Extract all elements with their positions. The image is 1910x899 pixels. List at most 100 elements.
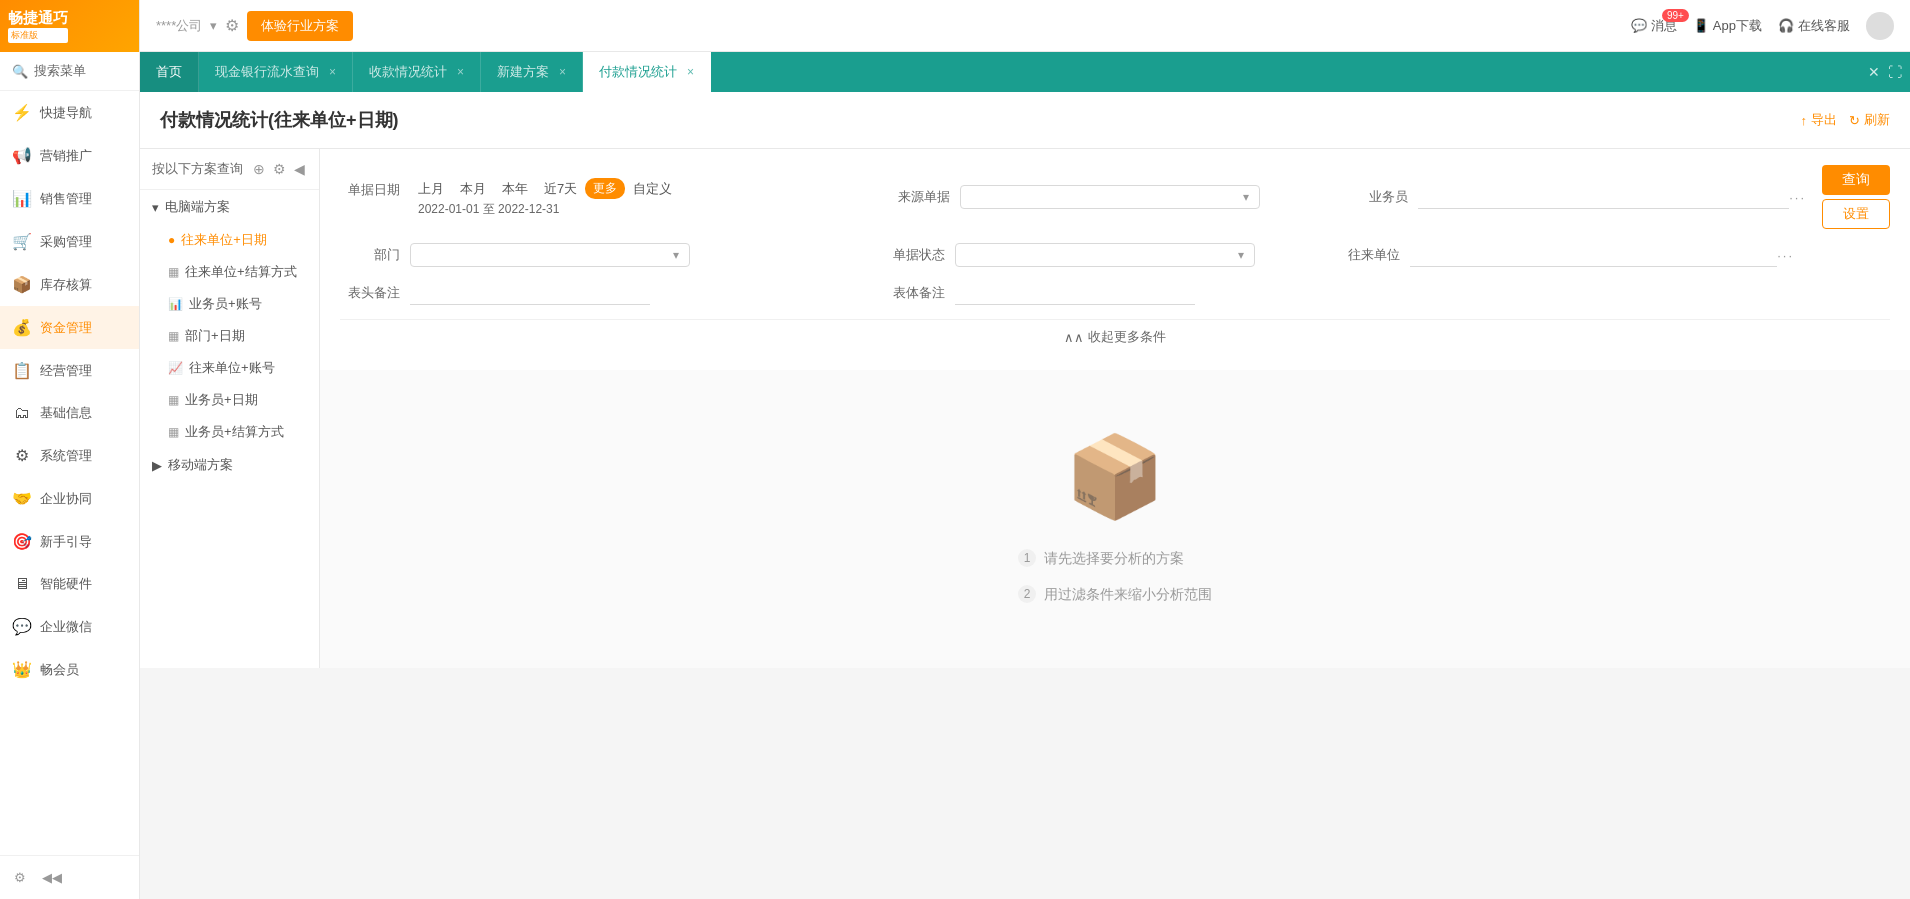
guide-icon: 🎯 <box>12 532 32 551</box>
more-dates-btn[interactable]: 更多 <box>585 178 625 199</box>
sidebar-item-basics[interactable]: 🗂 基础信息 <box>0 392 139 434</box>
collapse-sidebar-btn[interactable]: ◀◀ <box>38 866 66 889</box>
collapse-conditions-btn[interactable]: ∧∧ 收起更多条件 <box>1064 328 1166 346</box>
dept-dropdown[interactable]: ▾ <box>410 243 690 267</box>
payment-detail-tab-label: 付款情况统计 <box>599 63 677 81</box>
online-service-label: 在线客服 <box>1798 17 1850 35</box>
sidebar-item-system[interactable]: ⚙ 系统管理 <box>0 434 139 477</box>
new-plan-tab-close[interactable]: × <box>559 65 566 79</box>
add-scheme-btn[interactable]: ⊕ <box>251 159 267 179</box>
messages-btn[interactable]: 💬 消息 99+ <box>1631 17 1677 35</box>
dept-label: 部门 <box>340 246 410 264</box>
trial-btn[interactable]: 体验行业方案 <box>247 11 353 41</box>
scheme-active-icon: ● <box>168 233 175 247</box>
tab-bank-flow[interactable]: 现金银行流水查询 × <box>199 52 353 92</box>
filter-row-3: 表头备注 表体备注 <box>340 281 1890 305</box>
scheme-settings-btn[interactable]: ⚙ <box>271 159 288 179</box>
sidebar-item-quick-nav[interactable]: ⚡ 快捷导航 <box>0 91 139 134</box>
partner-dots-btn[interactable]: ··· <box>1777 248 1794 263</box>
header-note-input[interactable] <box>410 281 650 305</box>
step-2-num: 2 <box>1018 585 1036 603</box>
staff-dots-btn[interactable]: ··· <box>1789 190 1806 205</box>
bank-flow-tab-close[interactable]: × <box>329 65 336 79</box>
partner-input[interactable] <box>1410 243 1778 267</box>
sidebar-item-guide[interactable]: 🎯 新手引导 <box>0 520 139 563</box>
sidebar-item-collab[interactable]: 🤝 企业协同 <box>0 477 139 520</box>
maximize-btn[interactable]: ⛶ <box>1888 64 1902 80</box>
sidebar-item-hardware[interactable]: 🖥 智能硬件 <box>0 563 139 605</box>
status-filter-col: 单据状态 ▾ <box>885 243 1339 267</box>
sidebar-item-label: 快捷导航 <box>40 104 92 122</box>
last-month-btn[interactable]: 上月 <box>410 177 452 201</box>
app-download-btn[interactable]: 📱 App下载 <box>1693 17 1762 35</box>
dept-chevron-icon: ▾ <box>673 248 679 262</box>
app-download-label: App下载 <box>1713 17 1762 35</box>
headset-icon: 🎧 <box>1778 18 1794 33</box>
custom-date-btn[interactable]: 自定义 <box>625 177 680 201</box>
payment-detail-tab-close[interactable]: × <box>687 65 694 79</box>
step-1-num: 1 <box>1018 549 1036 567</box>
refresh-label: 刷新 <box>1864 111 1890 129</box>
export-btn[interactable]: ↑ 导出 <box>1801 111 1838 129</box>
close-all-tabs-btn[interactable]: ✕ <box>1868 64 1880 80</box>
staff-input[interactable] <box>1418 185 1789 209</box>
this-year-btn[interactable]: 本年 <box>494 177 536 201</box>
chevron-right-icon: ▶ <box>152 458 162 473</box>
scheme-item-label: 往来单位+账号 <box>189 359 275 377</box>
tab-new-plan[interactable]: 新建方案 × <box>481 52 583 92</box>
status-chevron-icon: ▾ <box>1238 248 1244 262</box>
scheme-item-staff-settle[interactable]: ▦ 业务员+结算方式 <box>140 416 319 448</box>
source-dropdown[interactable]: ▾ <box>960 185 1260 209</box>
status-dropdown[interactable]: ▾ <box>955 243 1255 267</box>
body-note-input[interactable] <box>955 281 1195 305</box>
scheme-item-staff-date[interactable]: ▦ 业务员+日期 <box>140 384 319 416</box>
scheme-table-icon: ▦ <box>168 265 179 279</box>
collapse-scheme-btn[interactable]: ◀ <box>292 159 307 179</box>
query-btn[interactable]: 查询 <box>1822 165 1890 195</box>
last-7days-btn[interactable]: 近7天 <box>536 177 585 201</box>
sidebar-item-purchase[interactable]: 🛒 采购管理 <box>0 220 139 263</box>
wechat-icon: 💬 <box>12 617 32 636</box>
scheme-item-partner-account[interactable]: 📈 往来单位+账号 <box>140 352 319 384</box>
scheme-item-dept-date[interactable]: ▦ 部门+日期 <box>140 320 319 352</box>
sidebar-item-sales[interactable]: 📊 销售管理 <box>0 177 139 220</box>
sidebar-search-label: 搜索菜单 <box>34 62 86 80</box>
top-settings-btn[interactable]: ⚙ <box>225 16 239 35</box>
scheme-item-partner-date[interactable]: ● 往来单位+日期 <box>140 224 319 256</box>
refresh-btn[interactable]: ↻ 刷新 <box>1849 111 1890 129</box>
scheme-item-staff-account[interactable]: 📊 业务员+账号 <box>140 288 319 320</box>
scheme-chart-icon: 📊 <box>168 297 183 311</box>
sidebar-search-item[interactable]: 🔍 搜索菜单 <box>0 52 139 91</box>
sidebar-item-inventory[interactable]: 📦 库存核算 <box>0 263 139 306</box>
mobile-group-header[interactable]: ▶ 移动端方案 <box>140 448 319 482</box>
tab-payment-stats[interactable]: 收款情况统计 × <box>353 52 481 92</box>
sidebar-item-wechat[interactable]: 💬 企业微信 <box>0 605 139 648</box>
sidebar-item-label: 企业微信 <box>40 618 92 636</box>
search-icon: 🔍 <box>12 64 28 79</box>
operations-icon: 📋 <box>12 361 32 380</box>
message-badge: 99+ <box>1662 9 1689 22</box>
scheme-item-partner-settle[interactable]: ▦ 往来单位+结算方式 <box>140 256 319 288</box>
page-title: 付款情况统计(往来单位+日期) <box>160 108 399 132</box>
settings-footer-btn[interactable]: ⚙ <box>10 866 30 889</box>
date-range-display: 2022-01-01 至 2022-12-31 <box>418 201 680 218</box>
sidebar-item-operations[interactable]: 📋 经营管理 <box>0 349 139 392</box>
sidebar-item-label: 企业协同 <box>40 490 92 508</box>
sidebar-item-marketing[interactable]: 📢 营销推广 <box>0 134 139 177</box>
filter-settings-btn[interactable]: 设置 <box>1822 199 1890 229</box>
step-2-label: 用过滤条件来缩小分析范围 <box>1044 580 1212 608</box>
tab-payment-detail[interactable]: 付款情况统计 × <box>583 52 711 92</box>
sidebar-logo: 畅捷通巧 <box>8 9 68 28</box>
user-avatar[interactable] <box>1866 12 1894 40</box>
empty-step-2: 2 用过滤条件来缩小分析范围 <box>1018 580 1212 608</box>
desktop-group-header[interactable]: ▾ 电脑端方案 <box>140 190 319 224</box>
sidebar-item-member[interactable]: 👑 畅会员 <box>0 648 139 691</box>
online-service-btn[interactable]: 🎧 在线客服 <box>1778 17 1850 35</box>
date-filter-col: 单据日期 上月 本月 本年 近7天 更多 自定义 <box>340 177 890 218</box>
payment-stats-tab-close[interactable]: × <box>457 65 464 79</box>
tab-bar-actions: ✕ ⛶ <box>1860 52 1910 92</box>
company-dropdown-btn[interactable]: ▾ <box>210 18 217 33</box>
this-month-btn[interactable]: 本月 <box>452 177 494 201</box>
sidebar-item-finance[interactable]: 💰 资金管理 <box>0 306 139 349</box>
tab-home[interactable]: 首页 <box>140 52 199 92</box>
